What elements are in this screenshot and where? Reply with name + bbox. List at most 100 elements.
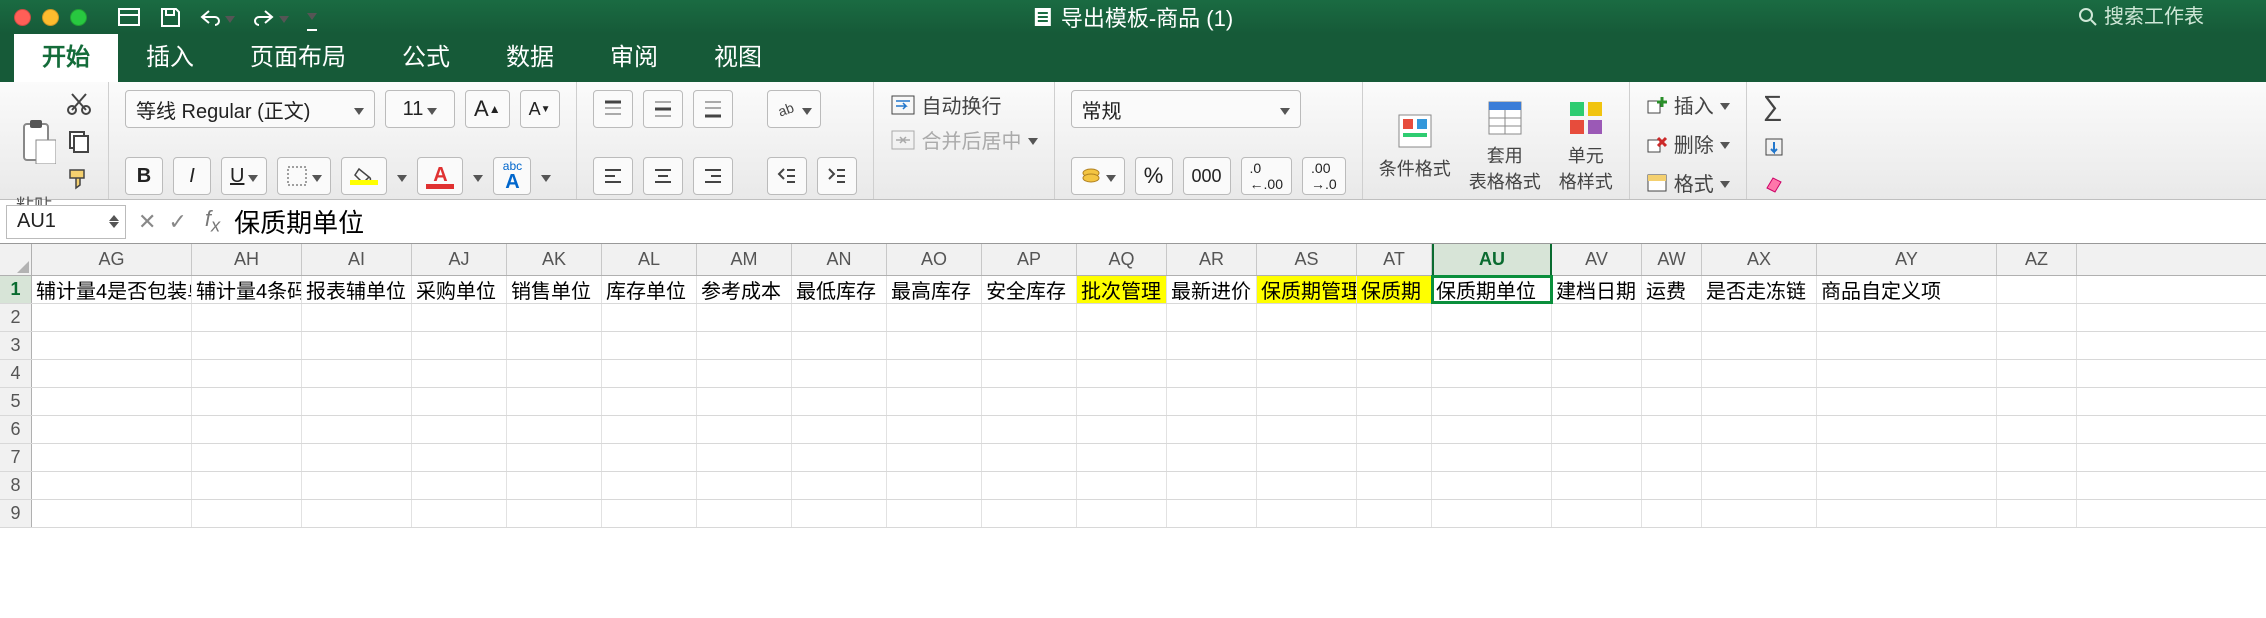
tab-插入[interactable]: 插入 (118, 29, 222, 82)
cell-AQ3[interactable] (1077, 332, 1167, 359)
cell-AX9[interactable] (1702, 500, 1817, 527)
zoom-window-button[interactable] (70, 9, 87, 26)
phonetic-button[interactable]: abcA (493, 157, 531, 195)
cell-AW5[interactable] (1642, 388, 1702, 415)
cell-AQ6[interactable] (1077, 416, 1167, 443)
cell-AX6[interactable] (1702, 416, 1817, 443)
font-color-button[interactable]: A (417, 157, 463, 195)
cell-AZ2[interactable] (1997, 304, 2077, 331)
tab-页面布局[interactable]: 页面布局 (222, 29, 374, 82)
cell-AQ2[interactable] (1077, 304, 1167, 331)
cell-AT1[interactable]: 保质期 (1357, 276, 1432, 303)
cell-AP4[interactable] (982, 360, 1077, 387)
tab-公式[interactable]: 公式 (374, 29, 478, 82)
column-header-AZ[interactable]: AZ (1997, 244, 2077, 275)
cell-AV5[interactable] (1552, 388, 1642, 415)
cell-AZ7[interactable] (1997, 444, 2077, 471)
cell-AU4[interactable] (1432, 360, 1552, 387)
cell-AN3[interactable] (792, 332, 887, 359)
cell-AI8[interactable] (302, 472, 412, 499)
cell-AX2[interactable] (1702, 304, 1817, 331)
cell-AY8[interactable] (1817, 472, 1997, 499)
formula-confirm-icon[interactable]: ✓ (168, 209, 186, 235)
cell-AU3[interactable] (1432, 332, 1552, 359)
cell-AM3[interactable] (697, 332, 792, 359)
cell-AK9[interactable] (507, 500, 602, 527)
align-left-button[interactable] (593, 157, 633, 195)
cell-AL4[interactable] (602, 360, 697, 387)
column-header-AX[interactable]: AX (1702, 244, 1817, 275)
decrease-font-button[interactable]: A▼ (520, 90, 560, 128)
column-header-AI[interactable]: AI (302, 244, 412, 275)
cell-AW8[interactable] (1642, 472, 1702, 499)
cell-AI9[interactable] (302, 500, 412, 527)
cell-AK6[interactable] (507, 416, 602, 443)
cell-AY9[interactable] (1817, 500, 1997, 527)
cell-AP3[interactable] (982, 332, 1077, 359)
chevron-down-icon[interactable] (225, 6, 235, 29)
cell-AI4[interactable] (302, 360, 412, 387)
cell-AK4[interactable] (507, 360, 602, 387)
cell-AG5[interactable] (32, 388, 192, 415)
cell-AO5[interactable] (887, 388, 982, 415)
column-header-AN[interactable]: AN (792, 244, 887, 275)
cell-AZ6[interactable] (1997, 416, 2077, 443)
column-header-AV[interactable]: AV (1552, 244, 1642, 275)
formula-cancel-icon[interactable]: ✕ (138, 209, 156, 235)
column-header-AG[interactable]: AG (32, 244, 192, 275)
font-name-combo[interactable]: 等线 Regular (正文) (125, 90, 375, 128)
underline-button[interactable]: U (221, 157, 267, 195)
cell-AT2[interactable] (1357, 304, 1432, 331)
cell-AK5[interactable] (507, 388, 602, 415)
cell-AP8[interactable] (982, 472, 1077, 499)
cell-AO1[interactable]: 最高库存 (887, 276, 982, 303)
cell-AL7[interactable] (602, 444, 697, 471)
cell-AX8[interactable] (1702, 472, 1817, 499)
cell-AN6[interactable] (792, 416, 887, 443)
cell-AP5[interactable] (982, 388, 1077, 415)
cell-AV1[interactable]: 建档日期 (1552, 276, 1642, 303)
column-header-AH[interactable]: AH (192, 244, 302, 275)
cell-AU8[interactable] (1432, 472, 1552, 499)
cell-AJ3[interactable] (412, 332, 507, 359)
chevron-down-icon[interactable] (473, 165, 483, 188)
search-input[interactable] (2104, 6, 2254, 29)
cell-AG8[interactable] (32, 472, 192, 499)
align-middle-button[interactable] (643, 90, 683, 128)
cell-AM2[interactable] (697, 304, 792, 331)
cell-AY3[interactable] (1817, 332, 1997, 359)
cell-AG3[interactable] (32, 332, 192, 359)
minimize-window-button[interactable] (42, 9, 59, 26)
cell-AS8[interactable] (1257, 472, 1357, 499)
cell-AV8[interactable] (1552, 472, 1642, 499)
cell-AS4[interactable] (1257, 360, 1357, 387)
cell-AK8[interactable] (507, 472, 602, 499)
align-center-button[interactable] (643, 157, 683, 195)
cell-AL1[interactable]: 库存单位 (602, 276, 697, 303)
cell-AL8[interactable] (602, 472, 697, 499)
cell-AZ1[interactable] (1997, 276, 2077, 303)
cell-AH5[interactable] (192, 388, 302, 415)
cell-AQ9[interactable] (1077, 500, 1167, 527)
align-right-button[interactable] (693, 157, 733, 195)
number-format-combo[interactable]: 常规 (1071, 90, 1301, 128)
cell-AO8[interactable] (887, 472, 982, 499)
cell-AV9[interactable] (1552, 500, 1642, 527)
redo-icon[interactable] (253, 6, 289, 29)
cell-AS7[interactable] (1257, 444, 1357, 471)
row-header-9[interactable]: 9 (0, 500, 32, 527)
cell-AQ4[interactable] (1077, 360, 1167, 387)
cell-AN9[interactable] (792, 500, 887, 527)
row-header-3[interactable]: 3 (0, 332, 32, 359)
cell-AS2[interactable] (1257, 304, 1357, 331)
cell-AI1[interactable]: 报表辅单位 (302, 276, 412, 303)
column-header-AW[interactable]: AW (1642, 244, 1702, 275)
increase-decimal-button[interactable]: .0←.00 (1241, 157, 1292, 195)
cell-AJ4[interactable] (412, 360, 507, 387)
increase-indent-button[interactable] (817, 157, 857, 195)
column-header-AL[interactable]: AL (602, 244, 697, 275)
cell-AK1[interactable]: 销售单位 (507, 276, 602, 303)
cell-AP2[interactable] (982, 304, 1077, 331)
cell-AR9[interactable] (1167, 500, 1257, 527)
cell-AL6[interactable] (602, 416, 697, 443)
